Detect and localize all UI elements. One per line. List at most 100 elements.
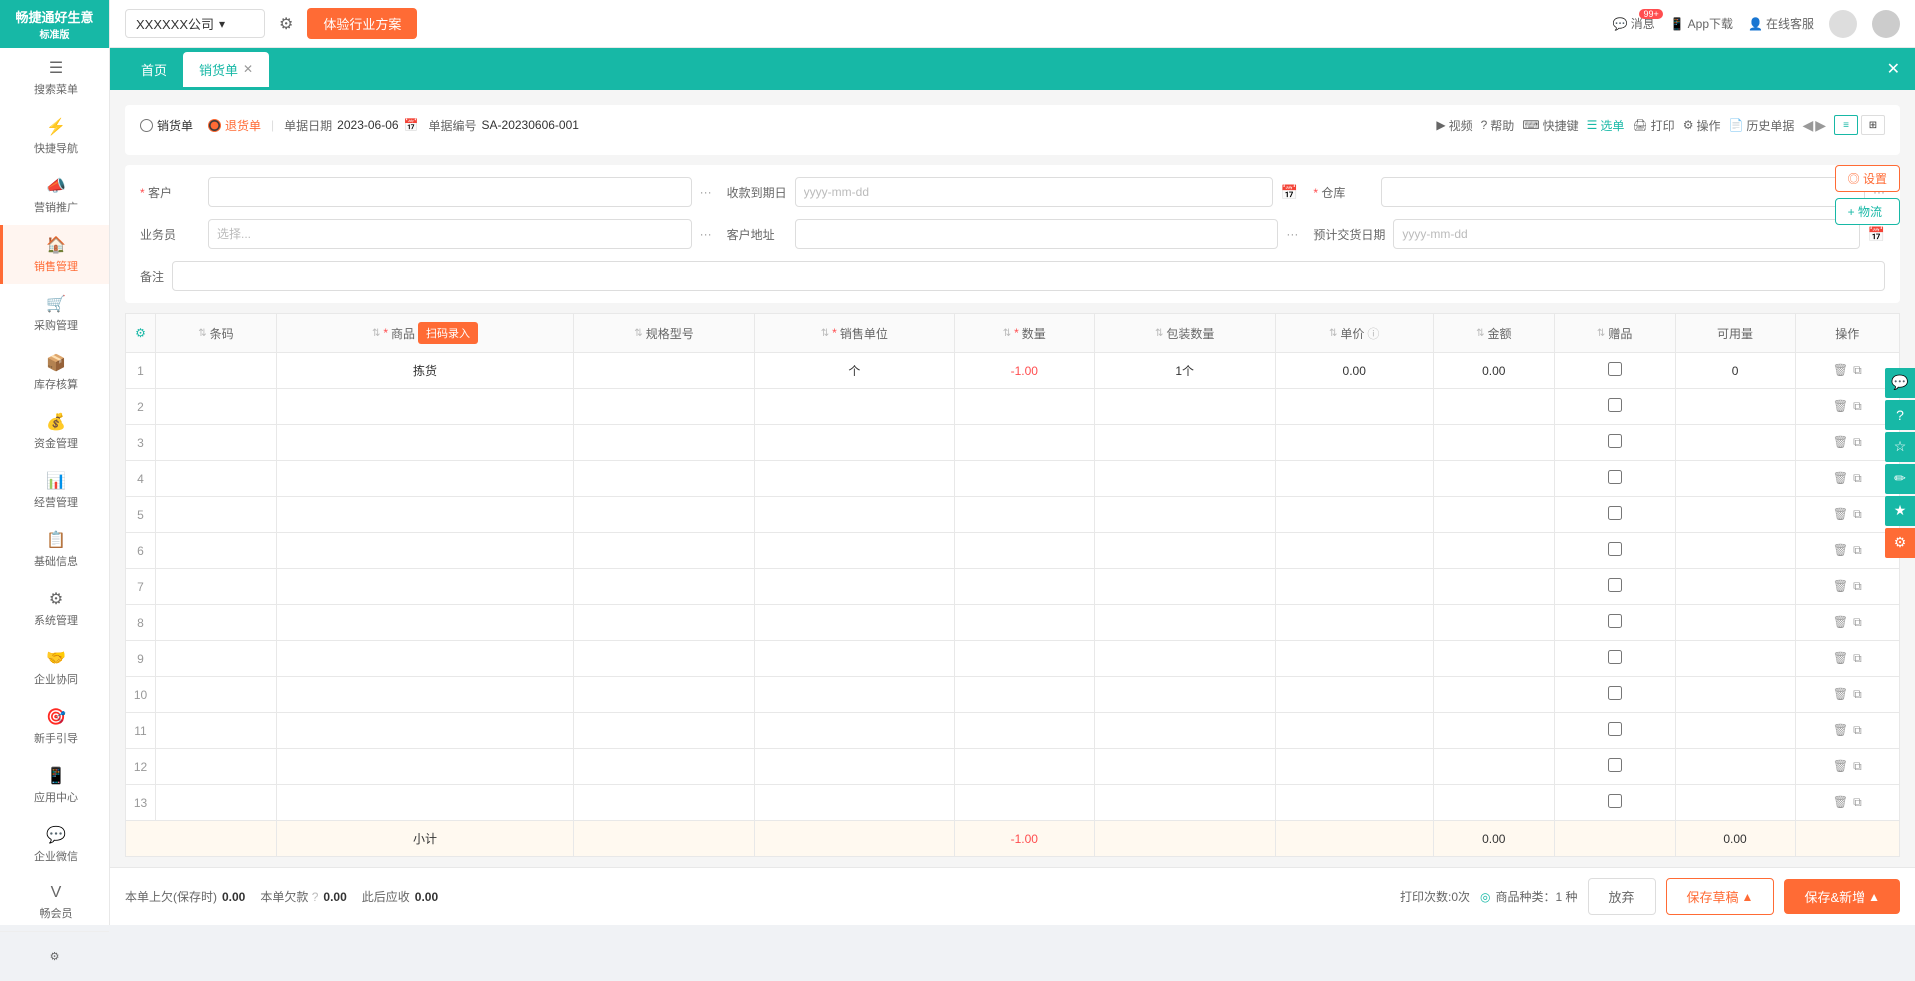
calendar-due-icon[interactable]: 📅 bbox=[1281, 184, 1298, 201]
shortcut-btn[interactable]: ⌨ 快捷键 bbox=[1522, 117, 1578, 134]
sidebar-item-system[interactable]: ⚙ 系统管理 bbox=[0, 579, 109, 638]
help-icon-due[interactable]: ? bbox=[312, 890, 319, 904]
note-input[interactable] bbox=[172, 261, 1885, 291]
float-btn-2[interactable]: ? bbox=[1885, 400, 1915, 430]
row-1-barcode[interactable] bbox=[156, 353, 277, 389]
sidebar-item-purchase[interactable]: 🛒 采购管理 bbox=[0, 284, 109, 343]
payment-due-input[interactable] bbox=[795, 177, 1273, 207]
row-copy[interactable]: ⧉ bbox=[1853, 687, 1862, 702]
select-order-btn[interactable]: ☰ 选单 bbox=[1587, 117, 1625, 134]
scan-button[interactable]: 扫码录入 bbox=[418, 322, 478, 344]
row-copy[interactable]: ⧉ bbox=[1853, 471, 1862, 486]
row-copy[interactable]: ⧉ bbox=[1853, 651, 1862, 666]
expected-date-input[interactable] bbox=[1393, 219, 1859, 249]
row-1-product[interactable]: 拣货 bbox=[276, 353, 573, 389]
sidebar-item-wechat[interactable]: 💬 企业微信 bbox=[0, 815, 109, 874]
help-btn[interactable]: ? 帮助 bbox=[1481, 117, 1515, 134]
online-service-button[interactable]: 👤 在线客服 bbox=[1748, 15, 1814, 32]
message-button[interactable]: 💬 消息 99+ bbox=[1613, 15, 1655, 32]
prev-arrow[interactable]: ◀ bbox=[1802, 117, 1813, 134]
sidebar-item-marketing[interactable]: 📣 营销推广 bbox=[0, 166, 109, 225]
float-btn-4[interactable]: ✏ bbox=[1885, 464, 1915, 494]
row-1-spec[interactable] bbox=[574, 353, 755, 389]
sidebar-item-inventory[interactable]: 📦 库存核算 bbox=[0, 343, 109, 402]
row-del[interactable]: 🗑 bbox=[1833, 651, 1848, 666]
row-copy[interactable]: ⧉ bbox=[1853, 507, 1862, 522]
row-copy[interactable]: ⧉ bbox=[1853, 759, 1862, 774]
tab-bar-close-icon[interactable]: ✕ bbox=[1887, 61, 1900, 78]
float-btn-5[interactable]: ★ bbox=[1885, 496, 1915, 526]
row-copy[interactable]: ⧉ bbox=[1853, 579, 1862, 594]
float-btn-3[interactable]: ☆ bbox=[1885, 432, 1915, 462]
row-1-delete-icon[interactable]: 🗑 bbox=[1833, 363, 1848, 378]
row-del[interactable]: 🗑 bbox=[1833, 687, 1848, 702]
row-del[interactable]: 🗑 bbox=[1833, 615, 1848, 630]
grid-view-icon[interactable]: ⊞ bbox=[1861, 115, 1885, 135]
row-copy[interactable]: ⧉ bbox=[1853, 543, 1862, 558]
row-1-copy-icon[interactable]: ⧉ bbox=[1853, 363, 1862, 378]
sales-rep-dots-icon[interactable]: ··· bbox=[700, 227, 712, 241]
customer-dots-icon[interactable]: ··· bbox=[700, 185, 712, 199]
sidebar-item-members[interactable]: V 畅会员 bbox=[0, 874, 109, 931]
row-1-pkg-qty[interactable]: 1个 bbox=[1094, 353, 1275, 389]
list-view-icon[interactable]: ≡ bbox=[1834, 115, 1858, 135]
calendar-icon[interactable]: 📅 bbox=[404, 118, 419, 132]
table-settings-icon[interactable]: ⚙ bbox=[135, 326, 146, 340]
sidebar-item-operations[interactable]: 📊 经营管理 bbox=[0, 461, 109, 520]
row-del[interactable]: 🗑 bbox=[1833, 471, 1848, 486]
row-1-gift[interactable] bbox=[1554, 353, 1675, 389]
addr-dots-icon[interactable]: ··· bbox=[1286, 227, 1298, 241]
row-copy[interactable]: ⧉ bbox=[1853, 435, 1862, 450]
row-copy[interactable]: ⧉ bbox=[1853, 399, 1862, 414]
app-download-button[interactable]: 📱 App下载 bbox=[1670, 15, 1733, 32]
company-selector[interactable]: XXXXXX公司 ▾ bbox=[125, 9, 265, 38]
print-btn[interactable]: 🖨 打印 bbox=[1632, 117, 1674, 134]
return-type-radio[interactable]: 退货单 bbox=[208, 117, 261, 134]
next-arrow[interactable]: ▶ bbox=[1815, 117, 1826, 134]
sales-rep-input[interactable] bbox=[208, 219, 692, 249]
operation-btn[interactable]: ⚙ 操作 bbox=[1683, 117, 1721, 134]
row-1-price[interactable]: 0.00 bbox=[1275, 353, 1433, 389]
price-help-icon[interactable]: ⓘ bbox=[1367, 325, 1379, 342]
trial-button[interactable]: 体验行业方案 bbox=[307, 8, 417, 39]
row-del[interactable]: 🗑 bbox=[1833, 507, 1848, 522]
row-del[interactable]: 🗑 bbox=[1833, 759, 1848, 774]
float-btn-1[interactable]: 💬 bbox=[1885, 368, 1915, 398]
row-copy[interactable]: ⧉ bbox=[1853, 615, 1862, 630]
draft-button[interactable]: 保存草稿 ▲ bbox=[1666, 878, 1775, 915]
row-del[interactable]: 🗑 bbox=[1833, 435, 1848, 450]
avatar[interactable] bbox=[1829, 10, 1857, 38]
row-1-gift-checkbox[interactable] bbox=[1608, 362, 1622, 376]
row-del[interactable]: 🗑 bbox=[1833, 579, 1848, 594]
row-del[interactable]: 🗑 bbox=[1833, 795, 1848, 810]
row-1-unit[interactable]: 个 bbox=[754, 353, 954, 389]
row-del[interactable]: 🗑 bbox=[1833, 543, 1848, 558]
sidebar-item-quick-nav[interactable]: ⚡ 快捷导航 bbox=[0, 107, 109, 166]
sidebar-item-guide[interactable]: 🎯 新手引导 bbox=[0, 697, 109, 756]
tab-close-icon[interactable]: ✕ bbox=[243, 62, 253, 76]
sidebar-item-search[interactable]: ☰ 搜索菜单 bbox=[0, 48, 109, 107]
sidebar-settings[interactable]: ⚙ bbox=[0, 942, 109, 971]
sidebar-item-sales[interactable]: 🏠 销售管理 bbox=[0, 225, 109, 284]
sidebar-item-finance[interactable]: 💰 资金管理 bbox=[0, 402, 109, 461]
row-1-quantity[interactable]: -1.00 bbox=[954, 353, 1094, 389]
warehouse-input[interactable]: 建材仓 bbox=[1381, 177, 1865, 207]
calendar-expected-icon[interactable]: 📅 bbox=[1868, 226, 1885, 243]
settings-button[interactable]: ◎ 设置 bbox=[1835, 165, 1900, 192]
customer-input[interactable] bbox=[208, 177, 692, 207]
history-btn[interactable]: 📄 历史单据 bbox=[1728, 117, 1794, 134]
discard-button[interactable]: 放弃 bbox=[1588, 878, 1656, 915]
float-btn-6[interactable]: ⚙ bbox=[1885, 528, 1915, 558]
sidebar-item-app-center[interactable]: 📱 应用中心 bbox=[0, 756, 109, 815]
save-new-button[interactable]: 保存&新增 ▲ bbox=[1784, 879, 1900, 914]
sales-type-radio[interactable]: 销货单 bbox=[140, 117, 193, 134]
sidebar-item-basics[interactable]: 📋 基础信息 bbox=[0, 520, 109, 579]
tab-home[interactable]: 首页 bbox=[125, 52, 183, 87]
tab-sales-order[interactable]: 销货单 ✕ bbox=[183, 52, 269, 87]
row-copy[interactable]: ⧉ bbox=[1853, 723, 1862, 738]
video-btn[interactable]: ▶ 视频 bbox=[1436, 117, 1472, 134]
customer-addr-input[interactable] bbox=[795, 219, 1279, 249]
row-del[interactable]: 🗑 bbox=[1833, 723, 1848, 738]
sidebar-item-enterprise[interactable]: 🤝 企业协同 bbox=[0, 638, 109, 697]
row-1-amount[interactable]: 0.00 bbox=[1433, 353, 1554, 389]
